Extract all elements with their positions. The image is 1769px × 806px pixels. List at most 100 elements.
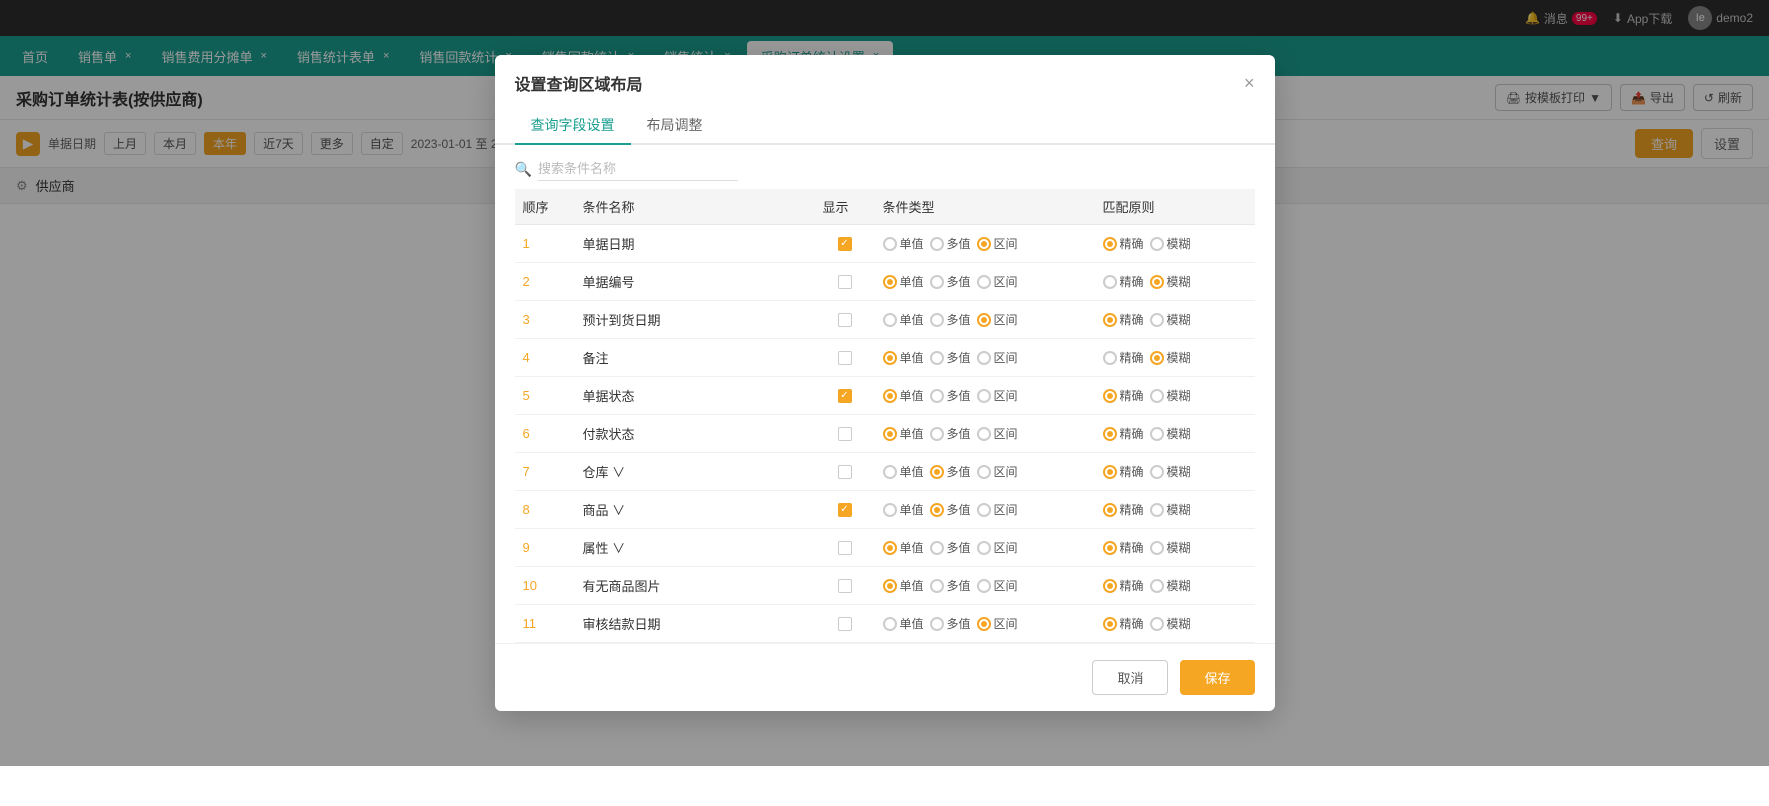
- type-radio-1[interactable]: 多值: [930, 311, 971, 328]
- match-radio-1[interactable]: 模糊: [1150, 463, 1191, 480]
- type-radio-0[interactable]: 单值: [883, 349, 924, 366]
- match-radio-0[interactable]: 精确: [1103, 577, 1144, 594]
- type-radio-0[interactable]: 单值: [883, 615, 924, 632]
- match-radio-1[interactable]: 模糊: [1150, 235, 1191, 252]
- type-radio-1[interactable]: 多值: [930, 349, 971, 366]
- type-radio-0[interactable]: 单值: [883, 539, 924, 556]
- type-radio-0[interactable]: 单值: [883, 387, 924, 404]
- match-radio-1[interactable]: 模糊: [1150, 615, 1191, 632]
- match-radio-0[interactable]: 精确: [1103, 273, 1144, 290]
- type-radio-1[interactable]: 多值: [930, 539, 971, 556]
- type-radio-0[interactable]: 单值: [883, 425, 924, 442]
- row-display: [815, 529, 875, 567]
- type-radio-0[interactable]: 单值: [883, 235, 924, 252]
- table-row: 8商品 ∨✓ 单值 多值 区间 精确 模糊: [515, 491, 1255, 529]
- type-radio-1[interactable]: 多值: [930, 615, 971, 632]
- type-radio-0[interactable]: 单值: [883, 501, 924, 518]
- type-radio-0[interactable]: 单值: [883, 463, 924, 480]
- row-name: 备注: [575, 339, 815, 377]
- type-radio-1[interactable]: 多值: [930, 235, 971, 252]
- match-radio-0[interactable]: 精确: [1103, 311, 1144, 328]
- row-match: 精确 模糊: [1095, 301, 1255, 339]
- save-button[interactable]: 保存: [1180, 660, 1254, 695]
- display-checkbox[interactable]: ✓: [838, 389, 852, 403]
- display-checkbox[interactable]: [838, 541, 852, 555]
- type-radio-1[interactable]: 多值: [930, 387, 971, 404]
- table-row: 3预计到货日期 单值 多值 区间 精确 模糊: [515, 301, 1255, 339]
- match-radio-0[interactable]: 精确: [1103, 349, 1144, 366]
- type-radio-2[interactable]: 区间: [977, 463, 1018, 480]
- type-radio-2[interactable]: 区间: [977, 615, 1018, 632]
- row-name: 审核结款日期: [575, 605, 815, 643]
- row-match: 精确 模糊: [1095, 377, 1255, 415]
- match-radio-0[interactable]: 精确: [1103, 615, 1144, 632]
- modal-title: 设置查询区域布局: [515, 71, 643, 95]
- match-radio-0[interactable]: 精确: [1103, 235, 1144, 252]
- type-radio-2[interactable]: 区间: [977, 311, 1018, 328]
- match-radio-1[interactable]: 模糊: [1150, 311, 1191, 328]
- match-radio-1[interactable]: 模糊: [1150, 387, 1191, 404]
- modal-close-button[interactable]: ×: [1244, 74, 1255, 92]
- type-radio-2[interactable]: 区间: [977, 577, 1018, 594]
- row-display: [815, 453, 875, 491]
- display-checkbox[interactable]: ✓: [838, 503, 852, 517]
- type-radio-0[interactable]: 单值: [883, 273, 924, 290]
- type-radio-0[interactable]: 单值: [883, 311, 924, 328]
- type-radio-2[interactable]: 区间: [977, 387, 1018, 404]
- display-checkbox[interactable]: [838, 275, 852, 289]
- row-name: 仓库 ∨: [575, 453, 815, 491]
- row-match: 精确 模糊: [1095, 263, 1255, 301]
- type-radio-2[interactable]: 区间: [977, 539, 1018, 556]
- row-name: 有无商品图片: [575, 567, 815, 605]
- search-input[interactable]: [538, 157, 738, 181]
- match-radio-0[interactable]: 精确: [1103, 425, 1144, 442]
- match-radio-1[interactable]: 模糊: [1150, 501, 1191, 518]
- tab-layout-adjust[interactable]: 布局调整: [631, 107, 719, 145]
- row-display: [815, 415, 875, 453]
- match-radio-0[interactable]: 精确: [1103, 539, 1144, 556]
- cancel-button[interactable]: 取消: [1092, 660, 1168, 695]
- row-match: 精确 模糊: [1095, 491, 1255, 529]
- match-radio-1[interactable]: 模糊: [1150, 273, 1191, 290]
- match-radio-1[interactable]: 模糊: [1150, 539, 1191, 556]
- row-name: 单据日期: [575, 225, 815, 263]
- row-type: 单值 多值 区间: [875, 453, 1095, 491]
- match-radio-0[interactable]: 精确: [1103, 387, 1144, 404]
- match-radio-1[interactable]: 模糊: [1150, 425, 1191, 442]
- display-checkbox[interactable]: [838, 579, 852, 593]
- row-type: 单值 多值 区间: [875, 377, 1095, 415]
- type-radio-1[interactable]: 多值: [930, 501, 971, 518]
- display-checkbox[interactable]: [838, 617, 852, 631]
- row-display: ✓: [815, 377, 875, 415]
- match-radio-1[interactable]: 模糊: [1150, 577, 1191, 594]
- display-checkbox[interactable]: ✓: [838, 237, 852, 251]
- match-radio-1[interactable]: 模糊: [1150, 349, 1191, 366]
- type-radio-1[interactable]: 多值: [930, 577, 971, 594]
- row-name: 属性 ∨: [575, 529, 815, 567]
- overlay: 设置查询区域布局 × 查询字段设置 布局调整 🔍 顺序 条件名称: [0, 0, 1769, 766]
- type-radio-2[interactable]: 区间: [977, 273, 1018, 290]
- type-radio-2[interactable]: 区间: [977, 501, 1018, 518]
- type-radio-2[interactable]: 区间: [977, 349, 1018, 366]
- row-match: 精确 模糊: [1095, 529, 1255, 567]
- display-checkbox[interactable]: [838, 313, 852, 327]
- type-radio-0[interactable]: 单值: [883, 577, 924, 594]
- table-row: 11审核结款日期 单值 多值 区间 精确 模糊: [515, 605, 1255, 643]
- row-display: ✓: [815, 491, 875, 529]
- row-display: [815, 567, 875, 605]
- type-radio-1[interactable]: 多值: [930, 463, 971, 480]
- type-radio-1[interactable]: 多值: [930, 273, 971, 290]
- match-radio-0[interactable]: 精确: [1103, 463, 1144, 480]
- display-checkbox[interactable]: [838, 427, 852, 441]
- tab-query-fields[interactable]: 查询字段设置: [515, 107, 631, 145]
- row-type: 单值 多值 区间: [875, 415, 1095, 453]
- row-display: [815, 339, 875, 377]
- row-match: 精确 模糊: [1095, 605, 1255, 643]
- type-radio-2[interactable]: 区间: [977, 425, 1018, 442]
- row-display: [815, 301, 875, 339]
- display-checkbox[interactable]: [838, 465, 852, 479]
- display-checkbox[interactable]: [838, 351, 852, 365]
- type-radio-1[interactable]: 多值: [930, 425, 971, 442]
- type-radio-2[interactable]: 区间: [977, 235, 1018, 252]
- match-radio-0[interactable]: 精确: [1103, 501, 1144, 518]
